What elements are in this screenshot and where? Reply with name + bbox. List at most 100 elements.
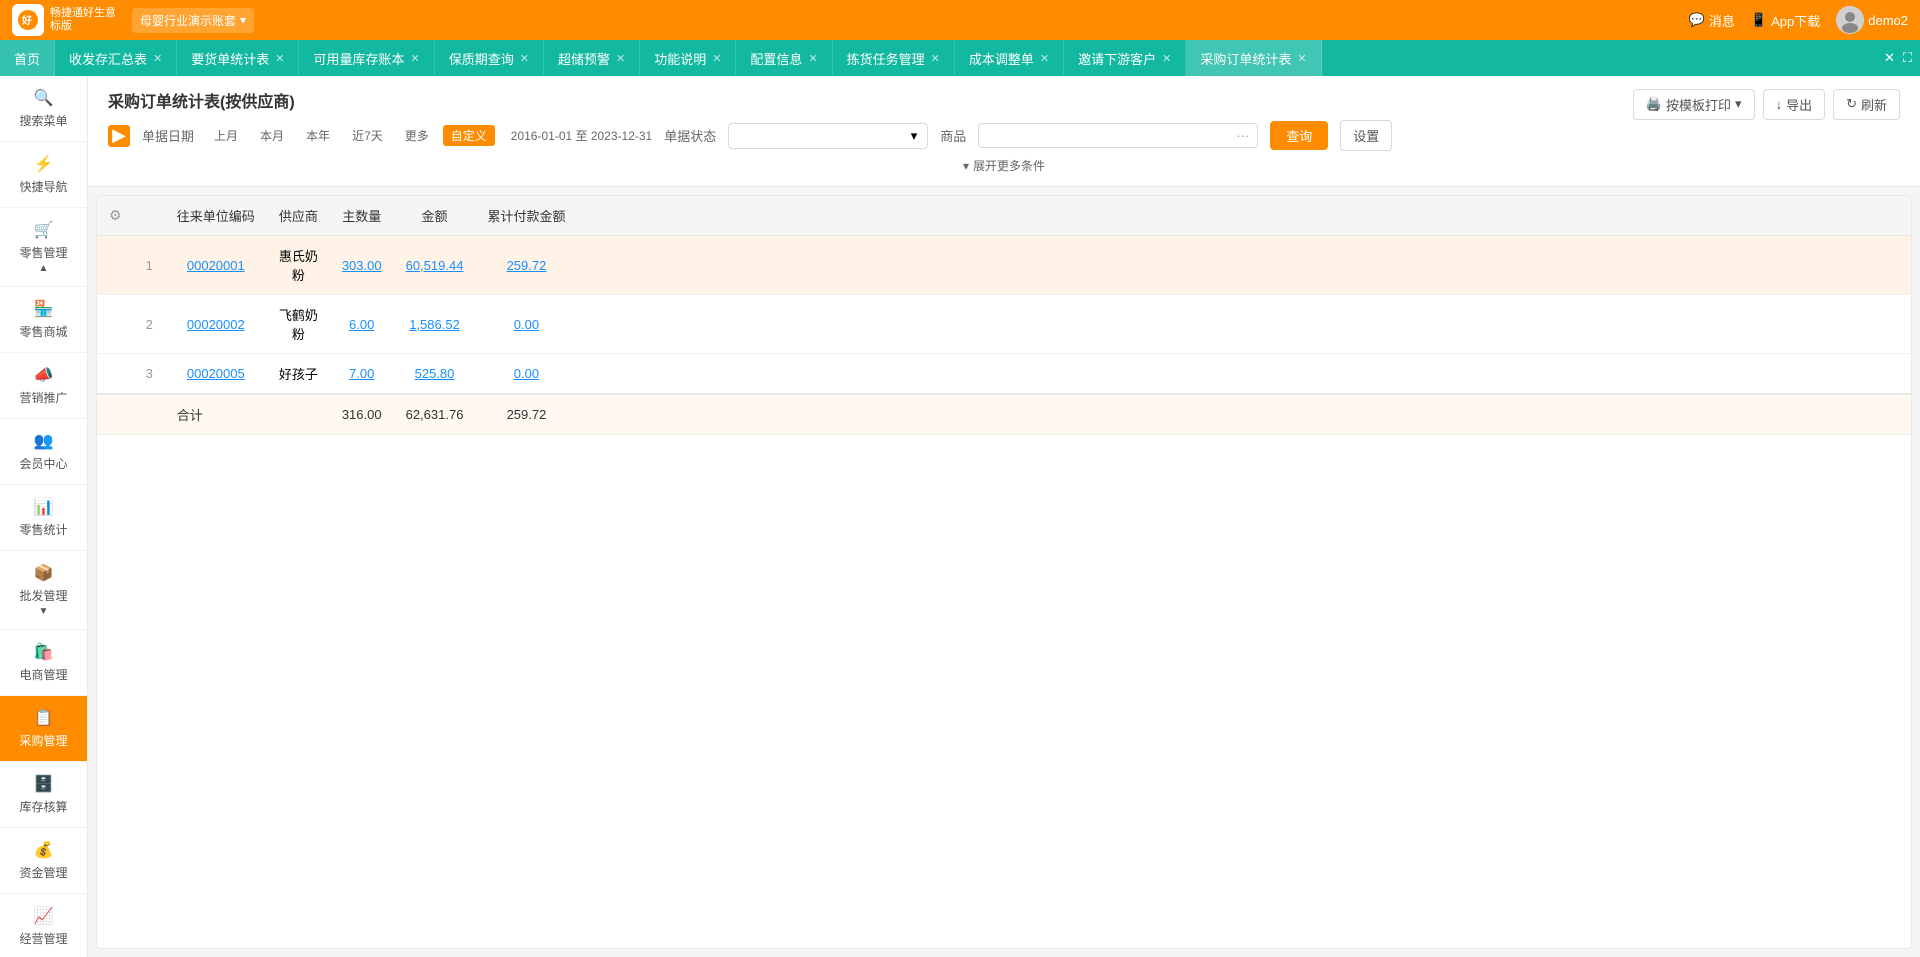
col-amount: 金额 xyxy=(394,196,476,236)
close-icon[interactable]: ✕ xyxy=(520,52,529,65)
app-download-btn[interactable]: 📱 App下载 xyxy=(1751,11,1820,30)
close-icon[interactable]: ✕ xyxy=(275,52,284,65)
date-range-display: 2016-01-01 至 2023-12-31 xyxy=(507,127,652,144)
tab-function-desc[interactable]: 功能说明 ✕ xyxy=(640,40,736,76)
close-icon[interactable]: ✕ xyxy=(1040,52,1049,65)
workspace-selector[interactable]: 母婴行业演示账套 ▾ xyxy=(132,8,254,33)
close-all-tabs-btn[interactable]: ✕ xyxy=(1884,50,1895,66)
row-supplier: 飞鹤奶粉 xyxy=(267,295,330,354)
user-profile[interactable]: demo2 xyxy=(1836,6,1908,34)
goods-input[interactable]: ··· xyxy=(978,123,1258,148)
row-paid: 259.72 xyxy=(475,236,577,295)
sidebar-item-finance[interactable]: 💰 资金管理 xyxy=(0,828,87,894)
tab-expiry[interactable]: 保质期查询 ✕ xyxy=(435,40,544,76)
tab-config[interactable]: 配置信息 ✕ xyxy=(736,40,832,76)
header-top-row: 采购订单统计表(按供应商) 🖨️ 按模板打印 ▾ ↓ 导出 ↻ 刷新 xyxy=(108,88,1900,120)
export-icon: ↓ xyxy=(1776,97,1783,112)
col-extra xyxy=(577,196,1911,236)
row-unit-code: 00020001 xyxy=(165,236,267,295)
quick-nav-icon: ⚡ xyxy=(34,154,54,174)
close-icon[interactable]: ✕ xyxy=(411,52,420,65)
message-icon: 💬 xyxy=(1689,12,1705,28)
footer-seq xyxy=(134,394,165,435)
col-settings: ⚙ xyxy=(97,196,134,236)
ellipsis-icon[interactable]: ··· xyxy=(1236,128,1249,143)
print-btn[interactable]: 🖨️ 按模板打印 ▾ xyxy=(1633,89,1755,120)
close-icon[interactable]: ✕ xyxy=(153,52,162,65)
purchase-icon: 📋 xyxy=(34,708,54,728)
row-extra xyxy=(577,354,1911,395)
sidebar-item-quick-nav[interactable]: ⚡ 快捷导航 xyxy=(0,142,87,208)
row-amount: 525.80 xyxy=(394,354,476,395)
shortcut-this-month[interactable]: 本月 xyxy=(252,125,292,146)
row-quantity: 6.00 xyxy=(330,295,394,354)
table-container: ⚙ 往来单位编码 供应商 主数量 金额 累计付款金额 xyxy=(96,195,1912,949)
sidebar-item-operation[interactable]: 📈 经营管理 xyxy=(0,894,87,957)
sidebar-item-member[interactable]: 👥 会员中心 xyxy=(0,419,87,485)
sidebar-item-retail-stats[interactable]: 📊 零售统计 xyxy=(0,485,87,551)
refresh-btn[interactable]: ↻ 刷新 xyxy=(1833,89,1900,120)
date-range-text: 2016-01-01 至 2023-12-31 xyxy=(511,127,652,144)
tab-usable-inventory[interactable]: 可用量库存账本 ✕ xyxy=(299,40,434,76)
tab-pick-task[interactable]: 拣货任务管理 ✕ xyxy=(833,40,955,76)
status-dropdown[interactable]: ▾ xyxy=(728,123,928,149)
nav-tabs: 首页 收发存汇总表 ✕ 要货单统计表 ✕ 可用量库存账本 ✕ 保质期查询 ✕ 超… xyxy=(0,40,1920,76)
sidebar-item-purchase[interactable]: 📋 采购管理 xyxy=(0,696,87,762)
footer-extra xyxy=(577,394,1911,435)
row-amount: 60,519.44 xyxy=(394,236,476,295)
settings-btn[interactable]: 设置 xyxy=(1340,120,1392,151)
shortcut-last-month[interactable]: 上月 xyxy=(206,125,246,146)
sidebar-item-retail[interactable]: 🛒 零售管理 ▲ xyxy=(0,208,87,287)
tab-cost-adjust[interactable]: 成本调整单 ✕ xyxy=(955,40,1064,76)
close-icon[interactable]: ✕ xyxy=(1162,52,1171,65)
shortcut-custom[interactable]: 自定义 xyxy=(443,125,495,146)
sidebar-item-retail-shop[interactable]: 🏪 零售商城 xyxy=(0,287,87,353)
table-row[interactable]: 2 00020002 飞鹤奶粉 6.00 1,586.52 xyxy=(97,295,1911,354)
table-row[interactable]: 1 00020001 惠氏奶粉 303.00 60,519.44 xyxy=(97,236,1911,295)
main-layout: 🔍 搜索菜单 ⚡ 快捷导航 🛒 零售管理 ▲ 🏪 零售商城 📣 营销推广 👥 会… xyxy=(0,76,1920,957)
marketing-icon: 📣 xyxy=(34,365,54,385)
date-filter-label: 单据日期 xyxy=(142,126,194,145)
export-btn[interactable]: ↓ 导出 xyxy=(1763,89,1826,120)
close-icon[interactable]: ✕ xyxy=(808,52,817,65)
sidebar-item-ecommerce[interactable]: 🛍️ 电商管理 xyxy=(0,630,87,696)
table-row[interactable]: 3 00020005 好孩子 7.00 525.80 xyxy=(97,354,1911,395)
shortcut-more[interactable]: 更多 xyxy=(397,125,437,146)
col-seq xyxy=(134,196,165,236)
shortcut-this-year[interactable]: 本年 xyxy=(298,125,338,146)
col-quantity: 主数量 xyxy=(330,196,394,236)
fullscreen-btn[interactable]: ⛶ xyxy=(1903,50,1912,66)
tab-invite-customer[interactable]: 邀请下游客户 ✕ xyxy=(1064,40,1186,76)
footer-settings xyxy=(97,394,134,435)
tab-purchase-stats[interactable]: 采购订单统计表 ✕ xyxy=(1186,40,1321,76)
tab-home[interactable]: 首页 xyxy=(0,40,55,76)
ecommerce-icon: 🛍️ xyxy=(34,642,54,662)
row-settings xyxy=(97,295,134,354)
messages-btn[interactable]: 💬 消息 xyxy=(1689,11,1735,30)
sidebar-item-inventory[interactable]: 🗄️ 库存核算 xyxy=(0,762,87,828)
close-icon[interactable]: ✕ xyxy=(1297,52,1306,65)
settings-icon[interactable]: ⚙ xyxy=(109,207,122,223)
close-icon[interactable]: ✕ xyxy=(616,52,625,65)
arrow-icon: ▼ xyxy=(39,606,49,617)
expand-more-btn[interactable]: ▾ 展开更多条件 xyxy=(963,157,1045,174)
shortcut-7days[interactable]: 近7天 xyxy=(344,125,391,146)
tab-requisition[interactable]: 要货单统计表 ✕ xyxy=(177,40,299,76)
close-icon[interactable]: ✕ xyxy=(931,52,940,65)
sidebar-item-marketing[interactable]: 📣 营销推广 xyxy=(0,353,87,419)
row-amount: 1,586.52 xyxy=(394,295,476,354)
finance-icon: 💰 xyxy=(34,840,54,860)
filter-expand-btn[interactable]: ▶ xyxy=(108,125,130,147)
retail-stats-icon: 📊 xyxy=(34,497,54,517)
sidebar-item-search[interactable]: 🔍 搜索菜单 xyxy=(0,76,87,142)
top-bar: 好 畅捷通好生意 标版 母婴行业演示账套 ▾ 💬 消息 📱 App下载 demo… xyxy=(0,0,1920,40)
tab-overstock[interactable]: 超储预警 ✕ xyxy=(544,40,640,76)
tab-collection[interactable]: 收发存汇总表 ✕ xyxy=(55,40,177,76)
expand-arrow-icon: ▲ xyxy=(39,263,49,274)
row-unit-code: 00020005 xyxy=(165,354,267,395)
query-btn[interactable]: 查询 xyxy=(1270,121,1328,150)
close-icon[interactable]: ✕ xyxy=(712,52,721,65)
footer-paid: 259.72 xyxy=(475,394,577,435)
sidebar-item-wholesale[interactable]: 📦 批发管理 ▼ xyxy=(0,551,87,630)
member-icon: 👥 xyxy=(34,431,54,451)
